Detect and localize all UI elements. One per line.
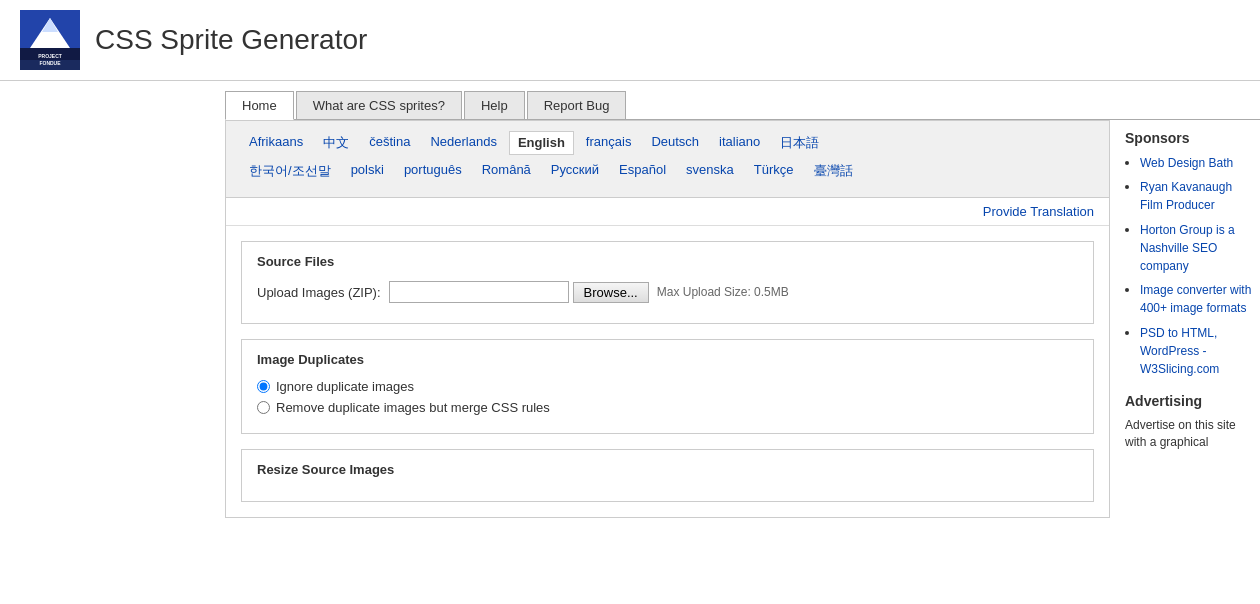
radio-ignore-input[interactable]	[257, 380, 270, 393]
tab-report-bug[interactable]: Report Bug	[527, 91, 627, 119]
outer-content: Afrikaans 中文 čeština Nederlands English …	[225, 120, 1260, 518]
upload-label: Upload Images (ZIP):	[257, 285, 381, 300]
lang-czech[interactable]: čeština	[361, 131, 418, 155]
lang-dutch[interactable]: Nederlands	[422, 131, 505, 155]
language-row-2: 한국어/조선말 polski português Română Русский …	[241, 159, 1094, 183]
sponsor-link-3[interactable]: Horton Group is a Nashville SEO company	[1140, 223, 1235, 273]
sponsor-list: Web Design Bath Ryan Kavanaugh Film Prod…	[1125, 154, 1255, 378]
upload-note: Max Upload Size: 0.5MB	[657, 285, 789, 299]
lang-japanese[interactable]: 日本語	[772, 131, 827, 155]
browse-button[interactable]: Browse...	[573, 282, 649, 303]
lang-romanian[interactable]: Română	[474, 159, 539, 183]
lang-taiwanese[interactable]: 臺灣話	[806, 159, 861, 183]
tabs-bar: Home What are CSS sprites? Help Report B…	[225, 81, 1260, 120]
language-row-1: Afrikaans 中文 čeština Nederlands English …	[241, 131, 1094, 155]
lang-spanish[interactable]: Español	[611, 159, 674, 183]
sponsor-item-4: Image converter with 400+ image formats	[1140, 281, 1255, 317]
sponsors-title: Sponsors	[1125, 130, 1255, 146]
upload-field-row: Upload Images (ZIP): Browse... Max Uploa…	[257, 281, 1078, 303]
right-sidebar: Sponsors Web Design Bath Ryan Kavanaugh …	[1120, 120, 1260, 518]
resize-title: Resize Source Images	[257, 462, 1078, 477]
radio-ignore-duplicates: Ignore duplicate images	[257, 379, 1078, 394]
radio-remove-input[interactable]	[257, 401, 270, 414]
lang-english[interactable]: English	[509, 131, 574, 155]
tab-what-are-css-sprites[interactable]: What are CSS sprites?	[296, 91, 462, 119]
radio-remove-label: Remove duplicate images but merge CSS ru…	[276, 400, 550, 415]
lang-french[interactable]: français	[578, 131, 640, 155]
radio-ignore-label: Ignore duplicate images	[276, 379, 414, 394]
lang-turkish[interactable]: Türkçe	[746, 159, 802, 183]
lang-chinese[interactable]: 中文	[315, 131, 357, 155]
file-input[interactable]	[389, 281, 569, 303]
sponsor-link-2[interactable]: Ryan Kavanaugh Film Producer	[1140, 180, 1232, 212]
lang-swedish[interactable]: svenska	[678, 159, 742, 183]
tab-home[interactable]: Home	[225, 91, 294, 120]
sponsor-link-4[interactable]: Image converter with 400+ image formats	[1140, 283, 1251, 315]
advertising-text: Advertise on this site with a graphical	[1125, 417, 1255, 451]
sponsor-item-5: PSD to HTML, WordPress - W3Slicing.com	[1140, 324, 1255, 379]
sponsor-item-3: Horton Group is a Nashville SEO company	[1140, 221, 1255, 276]
provide-translation-row: Provide Translation	[226, 198, 1109, 226]
resize-section: Resize Source Images	[241, 449, 1094, 502]
language-bar: Afrikaans 中文 čeština Nederlands English …	[226, 121, 1109, 198]
sponsor-link-1[interactable]: Web Design Bath	[1140, 156, 1233, 170]
tab-help[interactable]: Help	[464, 91, 525, 119]
lang-italian[interactable]: italiano	[711, 131, 768, 155]
advertising-section: Advertising Advertise on this site with …	[1125, 393, 1255, 451]
svg-text:FONDUE: FONDUE	[39, 60, 61, 66]
lang-polish[interactable]: polski	[343, 159, 392, 183]
logo: PROJECT FONDUE	[20, 10, 80, 70]
header: PROJECT FONDUE CSS Sprite Generator	[0, 0, 1260, 81]
site-title: CSS Sprite Generator	[95, 24, 367, 56]
image-duplicates-section: Image Duplicates Ignore duplicate images…	[241, 339, 1094, 434]
source-files-title: Source Files	[257, 254, 1078, 269]
lang-portuguese[interactable]: português	[396, 159, 470, 183]
source-files-section: Source Files Upload Images (ZIP): Browse…	[241, 241, 1094, 324]
center-panel: Afrikaans 中文 čeština Nederlands English …	[225, 120, 1110, 518]
radio-remove-duplicates: Remove duplicate images but merge CSS ru…	[257, 400, 1078, 415]
lang-afrikaans[interactable]: Afrikaans	[241, 131, 311, 155]
svg-text:PROJECT: PROJECT	[38, 53, 62, 59]
sponsor-item-1: Web Design Bath	[1140, 154, 1255, 172]
lang-russian[interactable]: Русский	[543, 159, 607, 183]
sponsor-link-5[interactable]: PSD to HTML, WordPress - W3Slicing.com	[1140, 326, 1219, 376]
advertising-title: Advertising	[1125, 393, 1255, 409]
lang-german[interactable]: Deutsch	[643, 131, 707, 155]
lang-korean[interactable]: 한국어/조선말	[241, 159, 339, 183]
provide-translation-link[interactable]: Provide Translation	[983, 204, 1094, 219]
image-duplicates-title: Image Duplicates	[257, 352, 1078, 367]
sponsor-item-2: Ryan Kavanaugh Film Producer	[1140, 178, 1255, 214]
